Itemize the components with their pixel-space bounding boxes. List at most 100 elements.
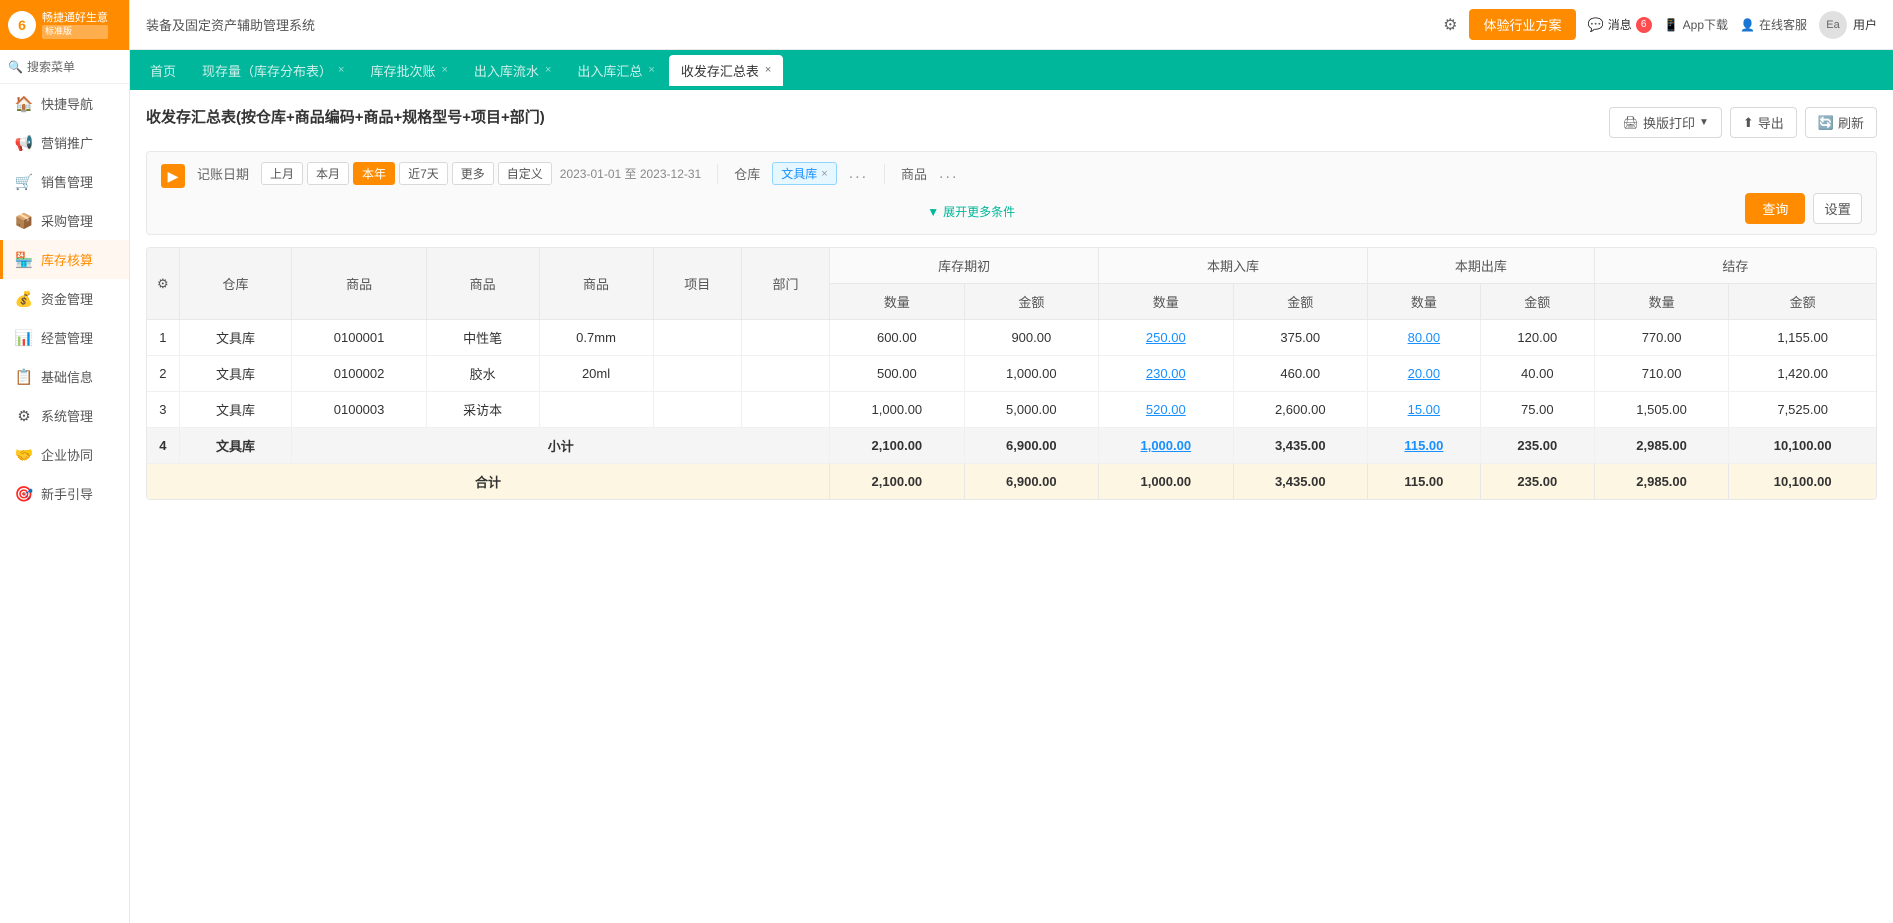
query-button[interactable]: 查询 bbox=[1745, 193, 1805, 224]
row-in-qty[interactable]: 250.00 bbox=[1099, 320, 1233, 356]
row-in-qty[interactable]: 230.00 bbox=[1099, 356, 1233, 392]
row-code: 0100002 bbox=[292, 356, 426, 392]
date-last-month[interactable]: 上月 bbox=[261, 162, 303, 185]
sidebar: 6 畅捷通好生意 标准版 🔍 搜索菜单 🏠 快捷导航 📢 营销推广 🛒 销售管理… bbox=[0, 0, 130, 923]
sidebar-item-finance[interactable]: 💰 资金管理 bbox=[0, 279, 129, 318]
table-header-row-1: ⚙ 仓库 商品 商品 商品 项目 部门 库存期初 本期入库 本期出库 结存 bbox=[147, 248, 1876, 284]
tab-batch-voucher-close[interactable]: × bbox=[441, 64, 447, 76]
online-service-btn[interactable]: 👤 在线客服 bbox=[1740, 16, 1807, 33]
row-open-qty: 600.00 bbox=[830, 320, 964, 356]
subtotal-out-qty[interactable]: 115.00 bbox=[1368, 428, 1481, 464]
sidebar-item-purchase[interactable]: 📦 采购管理 bbox=[0, 201, 129, 240]
guide-icon: 🎯 bbox=[15, 485, 33, 503]
base-icon: 📋 bbox=[15, 368, 33, 386]
subtotal-in-qty[interactable]: 1,000.00 bbox=[1099, 428, 1233, 464]
sidebar-search[interactable]: 🔍 搜索菜单 bbox=[0, 50, 129, 84]
warehouse-tag-text: 文具库 bbox=[781, 165, 817, 182]
sidebar-item-operation[interactable]: 📊 经营管理 bbox=[0, 318, 129, 357]
row-out-qty[interactable]: 20.00 bbox=[1368, 356, 1481, 392]
tab-bar: 首页 现存量（库存分布表） × 库存批次账 × 出入库流水 × 出入库汇总 × … bbox=[130, 50, 1893, 90]
settings-small-btn[interactable]: 设置 bbox=[1813, 193, 1862, 224]
tab-home[interactable]: 首页 bbox=[138, 55, 188, 86]
filter-arrow[interactable]: ▶ bbox=[161, 164, 185, 188]
message-wrap[interactable]: 💬 消息 6 bbox=[1588, 16, 1652, 33]
total-out-qty: 115.00 bbox=[1368, 464, 1481, 500]
expand-btn[interactable]: ▼ 展开更多条件 bbox=[927, 203, 1015, 220]
th-settings[interactable]: ⚙ bbox=[147, 248, 179, 320]
date-this-year[interactable]: 本年 bbox=[353, 162, 395, 185]
sidebar-item-cooperation[interactable]: 🤝 企业协同 bbox=[0, 435, 129, 474]
table-total-row: 合计 2,100.00 6,900.00 1,000.00 3,435.00 1… bbox=[147, 464, 1876, 500]
tab-receive-summary-close[interactable]: × bbox=[765, 64, 771, 76]
table-subtotal-row: 4 文具库 小计 2,100.00 6,900.00 1,000.00 3,43… bbox=[147, 428, 1876, 464]
export-btn[interactable]: ⬆ 导出 bbox=[1730, 107, 1797, 138]
date-more[interactable]: 更多 bbox=[452, 162, 494, 185]
sidebar-item-quick-nav[interactable]: 🏠 快捷导航 bbox=[0, 84, 129, 123]
tab-inout-flow[interactable]: 出入库流水 × bbox=[462, 55, 563, 86]
page-header: 收发存汇总表(按仓库+商品编码+商品+规格型号+项目+部门) 🖨 换版打印 ▼ … bbox=[146, 106, 1877, 139]
date-custom[interactable]: 自定义 bbox=[498, 162, 552, 185]
sidebar-item-inventory[interactable]: 🏪 库存核算 bbox=[0, 240, 129, 279]
tab-stock-dist[interactable]: 现存量（库存分布表） × bbox=[190, 55, 356, 86]
logo-icon: 6 bbox=[8, 11, 36, 39]
th-group-out: 本期出库 bbox=[1368, 248, 1595, 284]
warehouse-more-dots[interactable]: ... bbox=[849, 165, 868, 183]
operation-icon: 📊 bbox=[15, 329, 33, 347]
sidebar-item-system[interactable]: ⚙ 系统管理 bbox=[0, 396, 129, 435]
row-end-qty: 1,505.00 bbox=[1594, 392, 1728, 428]
refresh-btn[interactable]: 🔄 刷新 bbox=[1805, 107, 1877, 138]
date-7-days[interactable]: 近7天 bbox=[399, 162, 448, 185]
data-table-wrap: ⚙ 仓库 商品 商品 商品 项目 部门 库存期初 本期入库 本期出库 结存 bbox=[146, 247, 1877, 500]
row-out-qty[interactable]: 15.00 bbox=[1368, 392, 1481, 428]
tab-batch-voucher[interactable]: 库存批次账 × bbox=[358, 55, 459, 86]
cooperation-icon: 🤝 bbox=[15, 446, 33, 464]
row-end-qty: 710.00 bbox=[1594, 356, 1728, 392]
print-btn[interactable]: 🖨 换版打印 ▼ bbox=[1609, 107, 1721, 138]
print-dropdown-icon: ▼ bbox=[1699, 117, 1709, 128]
base-label: 基础信息 bbox=[41, 367, 93, 386]
warehouse-tag-close[interactable]: × bbox=[821, 168, 827, 180]
tab-inout-summary[interactable]: 出入库汇总 × bbox=[565, 55, 666, 86]
date-this-month[interactable]: 本月 bbox=[307, 162, 349, 185]
app-download-icon: 📱 bbox=[1664, 18, 1679, 32]
sidebar-item-marketing[interactable]: 📢 营销推广 bbox=[0, 123, 129, 162]
tab-stock-dist-label: 现存量（库存分布表） bbox=[202, 61, 332, 80]
sidebar-item-guide[interactable]: 🎯 新手引导 bbox=[0, 474, 129, 513]
tab-receive-summary[interactable]: 收发存汇总表 × bbox=[669, 55, 783, 86]
export-label: 导出 bbox=[1758, 113, 1784, 132]
goods-more-dots[interactable]: ... bbox=[939, 165, 958, 183]
row-in-qty[interactable]: 520.00 bbox=[1099, 392, 1233, 428]
sidebar-logo: 6 畅捷通好生意 标准版 bbox=[0, 0, 129, 50]
row-in-amt: 2,600.00 bbox=[1233, 392, 1367, 428]
user-area[interactable]: Ea 用户 bbox=[1819, 11, 1877, 39]
sidebar-item-base[interactable]: 📋 基础信息 bbox=[0, 357, 129, 396]
column-settings-icon[interactable]: ⚙ bbox=[157, 276, 169, 291]
filter-section: ▶ 记账日期 上月 本月 本年 近7天 更多 自定义 2023-01-01 至 … bbox=[161, 162, 1862, 224]
row-warehouse: 文具库 bbox=[179, 356, 292, 392]
tab-inout-flow-close[interactable]: × bbox=[545, 64, 551, 76]
settings-icon[interactable]: ⚙ bbox=[1443, 15, 1457, 35]
refresh-icon: 🔄 bbox=[1818, 115, 1834, 131]
row-dept bbox=[741, 392, 829, 428]
total-open-amt: 6,900.00 bbox=[964, 464, 1098, 500]
th-open-amt: 金额 bbox=[964, 284, 1098, 320]
subtotal-no: 4 bbox=[147, 428, 179, 464]
filter-row-1: 记账日期 上月 本月 本年 近7天 更多 自定义 2023-01-01 至 20… bbox=[197, 162, 1862, 185]
app-download-btn[interactable]: 📱 App下载 bbox=[1664, 16, 1728, 33]
row-project bbox=[653, 356, 741, 392]
row-no: 3 bbox=[147, 392, 179, 428]
table-row: 2 文具库 0100002 胶水 20ml 500.00 1,000.00 23… bbox=[147, 356, 1876, 392]
tab-inout-summary-close[interactable]: × bbox=[648, 64, 654, 76]
row-out-amt: 40.00 bbox=[1480, 356, 1594, 392]
tab-stock-dist-close[interactable]: × bbox=[338, 64, 344, 76]
th-end-qty: 数量 bbox=[1594, 284, 1728, 320]
finance-icon: 💰 bbox=[15, 290, 33, 308]
subtotal-end-amt: 10,100.00 bbox=[1729, 428, 1876, 464]
experience-button[interactable]: 体验行业方案 bbox=[1469, 9, 1575, 40]
filter-area: ▶ 记账日期 上月 本月 本年 近7天 更多 自定义 2023-01-01 至 … bbox=[146, 151, 1877, 235]
filter-content: 记账日期 上月 本月 本年 近7天 更多 自定义 2023-01-01 至 20… bbox=[197, 162, 1862, 224]
sidebar-item-sales[interactable]: 🛒 销售管理 bbox=[0, 162, 129, 201]
row-out-qty[interactable]: 80.00 bbox=[1368, 320, 1481, 356]
guide-label: 新手引导 bbox=[41, 484, 93, 503]
row-name: 胶水 bbox=[426, 356, 539, 392]
